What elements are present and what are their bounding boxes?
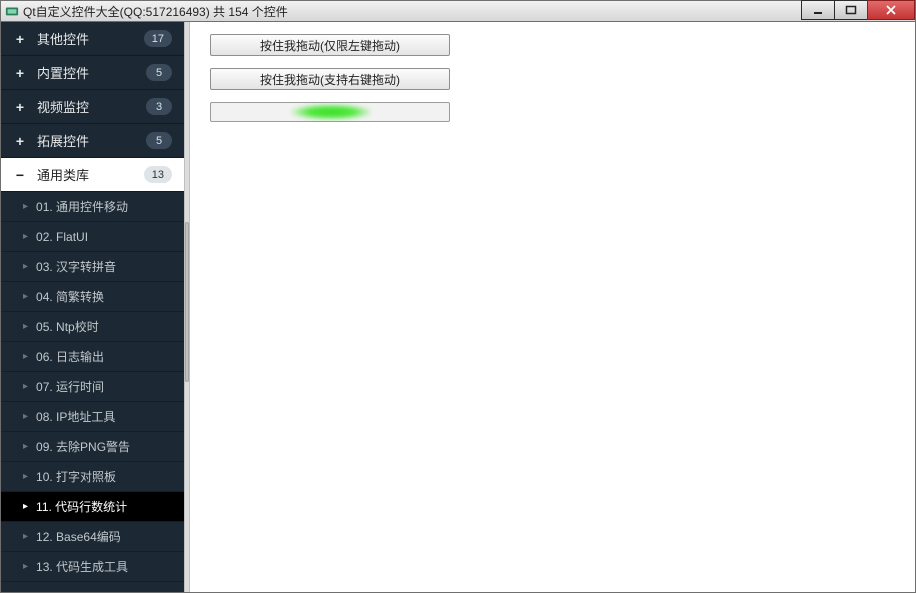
- sidebar-item[interactable]: ▸ 06. 日志输出: [1, 342, 184, 372]
- sidebar-category-badge: 13: [144, 166, 172, 183]
- sidebar-item[interactable]: ▸ 10. 打字对照板: [1, 462, 184, 492]
- sidebar-item[interactable]: ▸ 05. Ntp校时: [1, 312, 184, 342]
- sidebar: + 其他控件 17 + 内置控件 5 + 视频监控 3 + 拓展控件 5 −通用类库 13 ▸ 01. 通用控…: [1, 22, 184, 592]
- maximize-button[interactable]: [834, 0, 868, 20]
- caret-right-icon: ▸: [23, 291, 28, 302]
- sidebar-item[interactable]: ▸ 07. 运行时间: [1, 372, 184, 402]
- sidebar-category-label: 通用类库: [37, 165, 89, 184]
- sidebar-item[interactable]: ▸ 12. Base64编码: [1, 522, 184, 552]
- sidebar-item[interactable]: ▸ 01. 通用控件移动: [1, 192, 184, 222]
- caret-right-icon: ▸: [23, 561, 28, 572]
- sidebar-item-label: 13. 代码生成工具: [36, 558, 128, 575]
- sidebar-category[interactable]: + 拓展控件 5: [1, 124, 184, 158]
- caret-right-icon: ▸: [23, 231, 28, 242]
- sidebar-item[interactable]: ▸ 13. 代码生成工具: [1, 552, 184, 582]
- caret-right-icon: ▸: [23, 411, 28, 422]
- sidebar-category[interactable]: + 视频监控 3: [1, 90, 184, 124]
- window-titlebar: Qt自定义控件大全(QQ:517216493) 共 154 个控件: [0, 0, 916, 22]
- sidebar-item[interactable]: ▸ 02. FlatUI: [1, 222, 184, 252]
- sidebar-item[interactable]: ▸ 11. 代码行数统计: [1, 492, 184, 522]
- caret-right-icon: ▸: [23, 201, 28, 212]
- sidebar-item[interactable]: ▸ 04. 简繁转换: [1, 282, 184, 312]
- sidebar-category-badge: 5: [146, 132, 172, 149]
- sidebar-item[interactable]: ▸ 03. 汉字转拼音: [1, 252, 184, 282]
- caret-right-icon: ▸: [23, 351, 28, 362]
- sidebar-category-badge: 3: [146, 98, 172, 115]
- sidebar-item-label: 11. 代码行数统计: [36, 498, 127, 515]
- app-icon: [5, 4, 19, 18]
- caret-right-icon: ▸: [23, 381, 28, 392]
- caret-right-icon: ▸: [23, 471, 28, 482]
- sidebar-category-badge: 17: [144, 30, 172, 47]
- window-controls: [802, 0, 915, 20]
- sidebar-scrollbar[interactable]: [184, 22, 190, 592]
- sidebar-item-label: 03. 汉字转拼音: [36, 258, 116, 275]
- window-title: Qt自定义控件大全(QQ:517216493) 共 154 个控件: [23, 3, 288, 20]
- main-panel: 按住我拖动(仅限左键拖动) 按住我拖动(支持右键拖动): [190, 22, 915, 592]
- plus-icon: +: [13, 31, 27, 47]
- sidebar-item-label: 08. IP地址工具: [36, 408, 115, 425]
- drag-button-right-supported[interactable]: 按住我拖动(支持右键拖动): [210, 68, 450, 90]
- client-area: + 其他控件 17 + 内置控件 5 + 视频监控 3 + 拓展控件 5 −通用类库 13 ▸ 01. 通用控…: [0, 22, 916, 593]
- sidebar-category-badge: 5: [146, 64, 172, 81]
- sidebar-item-label: 12. Base64编码: [36, 528, 121, 545]
- caret-right-icon: ▸: [23, 321, 28, 332]
- sidebar-item[interactable]: ▸ 08. IP地址工具: [1, 402, 184, 432]
- scrollbar-thumb[interactable]: [185, 222, 189, 382]
- sidebar-category-label: 拓展控件: [37, 131, 89, 150]
- sidebar-item-label: 02. FlatUI: [36, 230, 88, 244]
- minus-icon: −: [13, 167, 27, 183]
- plus-icon: +: [13, 99, 27, 115]
- progress-bar: [210, 102, 450, 122]
- caret-right-icon: ▸: [23, 441, 28, 452]
- sidebar-category[interactable]: + 内置控件 5: [1, 56, 184, 90]
- sidebar-category[interactable]: −通用类库 13: [1, 158, 184, 192]
- progress-chunk: [291, 104, 371, 120]
- sidebar-item-label: 07. 运行时间: [36, 378, 104, 395]
- drag-button-left-only[interactable]: 按住我拖动(仅限左键拖动): [210, 34, 450, 56]
- sidebar-item-label: 01. 通用控件移动: [36, 198, 128, 215]
- close-button[interactable]: [867, 0, 915, 20]
- sidebar-category-label: 内置控件: [37, 63, 89, 82]
- caret-right-icon: ▸: [23, 501, 28, 512]
- caret-right-icon: ▸: [23, 261, 28, 272]
- sidebar-category[interactable]: + 其他控件 17: [1, 22, 184, 56]
- plus-icon: +: [13, 133, 27, 149]
- sidebar-item-label: 10. 打字对照板: [36, 468, 116, 485]
- sidebar-item-label: 06. 日志输出: [36, 348, 104, 365]
- minimize-button[interactable]: [801, 0, 835, 20]
- sidebar-item-label: 04. 简繁转换: [36, 288, 104, 305]
- sidebar-item-label: 09. 去除PNG警告: [36, 438, 130, 455]
- sidebar-category-label: 其他控件: [37, 29, 89, 48]
- caret-right-icon: ▸: [23, 531, 28, 542]
- sidebar-item-label: 05. Ntp校时: [36, 318, 99, 335]
- sidebar-category-label: 视频监控: [37, 97, 89, 116]
- sidebar-item[interactable]: ▸ 09. 去除PNG警告: [1, 432, 184, 462]
- plus-icon: +: [13, 65, 27, 81]
